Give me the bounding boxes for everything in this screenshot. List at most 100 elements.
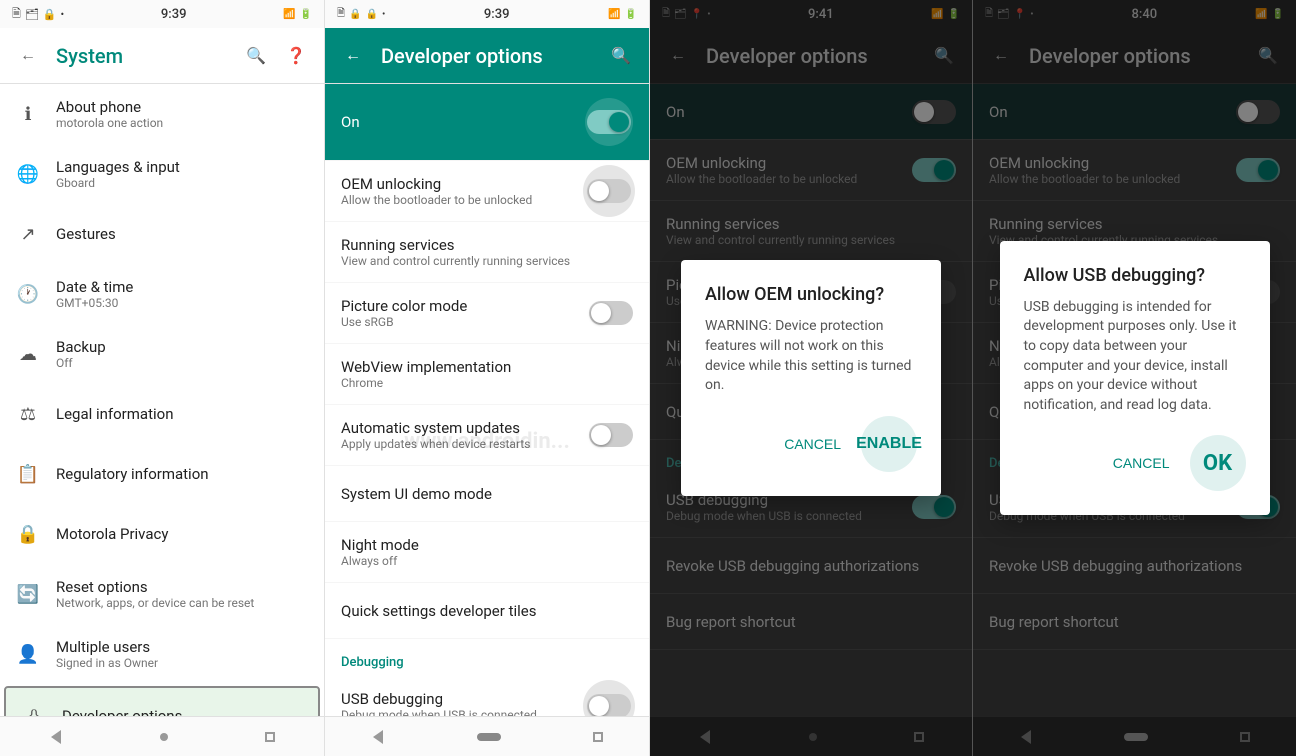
picture-color-toggle[interactable]: [589, 301, 633, 325]
notif-icons-mid: 🗎🔒🔒•: [337, 6, 385, 23]
sidebar-label-about: About phone: [56, 98, 163, 116]
developer-options-panel-usb: 🗎🗂📍• 8:40 📶🔋 ← Developer options 🔍 On OE…: [973, 0, 1296, 756]
back-button-mid[interactable]: ←: [341, 44, 365, 68]
sidebar-item-backup[interactable]: ☁ Backup Off: [0, 324, 324, 384]
sidebar-label-backup: Backup: [56, 338, 106, 356]
sidebar-sub-users: Signed in as Owner: [56, 656, 158, 670]
oem-dialog-title: Allow OEM unlocking?: [705, 284, 917, 305]
night-mode-item[interactable]: Night mode Always off: [325, 522, 649, 583]
night-mode-sub: Always off: [341, 554, 633, 568]
back-button-left[interactable]: ←: [16, 44, 40, 68]
sidebar-item-regulatory[interactable]: 📋 Regulatory information: [0, 444, 324, 504]
home-nav[interactable]: [160, 733, 168, 741]
sidebar-label-datetime: Date & time: [56, 278, 133, 296]
home-nav-mid[interactable]: [477, 733, 501, 741]
webview-sub: Chrome: [341, 376, 633, 390]
debugging-header: Debugging: [325, 639, 649, 676]
developer-options-panel: 🗎🔒🔒• 9:39 📶🔋 ← Developer options 🔍 On: [325, 0, 650, 756]
oem-enable-circle: Enable: [861, 416, 917, 472]
oem-thumb: [589, 181, 609, 201]
sidebar-item-datetime[interactable]: 🕐 Date & time GMT+05:30: [0, 264, 324, 324]
legal-icon: ⚖: [16, 402, 40, 426]
au-thumb: [591, 425, 611, 445]
auto-updates-toggle[interactable]: [589, 423, 633, 447]
sidebar-item-language[interactable]: 🌐 Languages & input Gboard: [0, 144, 324, 204]
running-services-item[interactable]: Running services View and control curren…: [325, 222, 649, 283]
oem-enable-button[interactable]: Enable: [844, 427, 934, 461]
sidebar-item-legal[interactable]: ⚖ Legal information: [0, 384, 324, 444]
usb-ok-button[interactable]: OK: [1190, 435, 1246, 491]
sidebar-item-gestures[interactable]: ↗ Gestures: [0, 204, 324, 264]
oem-unlocking-item[interactable]: OEM unlocking Allow the bootloader to be…: [325, 161, 649, 222]
developer-options-panel-oem: 🗎🗂📍• 9:41 📶🔋 ← Developer options 🔍 On OE…: [650, 0, 973, 756]
auto-updates-item[interactable]: Automatic system updates Apply updates w…: [325, 405, 649, 466]
picture-color-title: Picture color mode: [341, 297, 589, 315]
clock-icon: 🕐: [16, 282, 40, 306]
oem-dialog-overlay: Allow OEM unlocking? WARNING: Device pro…: [650, 0, 972, 756]
oem-cancel-button[interactable]: Cancel: [772, 416, 853, 472]
system-icons-left: 📶 🔋: [283, 9, 312, 20]
nav-bar-mid: [325, 716, 649, 756]
night-mode-title: Night mode: [341, 536, 633, 554]
usb-dialog-overlay: Allow USB debugging? USB debugging is in…: [973, 0, 1296, 756]
oem-toggle[interactable]: [587, 179, 631, 203]
sidebar-item-reset[interactable]: 🔄 Reset options Network, apps, or device…: [0, 564, 324, 624]
on-toggle[interactable]: [587, 110, 631, 134]
app-bar-left: ← System 🔍 ❓: [0, 28, 324, 84]
sidebar-label-regulatory: Regulatory information: [56, 465, 209, 483]
sidebar-sub-language: Gboard: [56, 176, 180, 190]
help-button-left[interactable]: ❓: [284, 44, 308, 68]
users-icon: 👤: [16, 642, 40, 666]
status-bar-mid: 🗎🔒🔒• 9:39 📶🔋: [325, 0, 649, 28]
sidebar-item-privacy[interactable]: 🔒 Motorola Privacy: [0, 504, 324, 564]
usb-dialog-title: Allow USB debugging?: [1024, 265, 1246, 286]
usb-debug-item[interactable]: USB debugging Debug mode when USB is con…: [325, 676, 649, 716]
usb-dialog: Allow USB debugging? USB debugging is in…: [1000, 241, 1270, 516]
app-bar-mid: ← Developer options 🔍: [325, 28, 649, 84]
info-icon: ℹ: [16, 102, 40, 126]
oem-dialog: Allow OEM unlocking? WARNING: Device pro…: [681, 260, 941, 495]
sidebar-item-users[interactable]: 👤 Multiple users Signed in as Owner: [0, 624, 324, 684]
au-track: [589, 423, 633, 447]
notification-icons: 🗎 🗂 🔒 •: [12, 5, 64, 24]
usb-cancel-button[interactable]: Cancel: [1101, 447, 1182, 479]
quick-settings-item[interactable]: Quick settings developer tiles: [325, 583, 649, 639]
language-icon: 🌐: [16, 162, 40, 186]
recents-nav[interactable]: [265, 732, 275, 742]
sidebar-sub-backup: Off: [56, 356, 106, 370]
back-nav[interactable]: [51, 730, 61, 744]
oem-track: [587, 179, 631, 203]
sidebar-item-developer[interactable]: {} Developer options: [4, 686, 320, 716]
webview-item[interactable]: WebView implementation Chrome: [325, 344, 649, 405]
recents-nav-mid[interactable]: [593, 732, 603, 742]
picture-color-sub: Use sRGB: [341, 315, 589, 329]
system-title: System: [56, 44, 228, 68]
privacy-icon: 🔒: [16, 522, 40, 546]
status-bar-left: 🗎 🗂 🔒 • 9:39 📶 🔋: [0, 0, 324, 28]
usb-toggle[interactable]: [587, 694, 631, 716]
on-toggle-row[interactable]: On: [325, 84, 649, 161]
on-toggle-track: [587, 110, 631, 134]
sidebar-list: ℹ About phone motorola one action 🌐 Lang…: [0, 84, 324, 716]
time-left: 9:39: [161, 7, 187, 22]
usb-dialog-buttons: Cancel OK: [1024, 435, 1246, 491]
sidebar-label-developer: Developer options: [62, 707, 182, 716]
on-label: On: [341, 113, 585, 131]
oem-toggle-circle: [583, 165, 635, 217]
usb-toggle-circle: [583, 680, 635, 716]
sidebar-label-reset: Reset options: [56, 578, 254, 596]
sidebar-item-about[interactable]: ℹ About phone motorola one action: [0, 84, 324, 144]
time-mid: 9:39: [484, 7, 510, 22]
running-services-title: Running services: [341, 236, 633, 254]
reset-icon: 🔄: [16, 582, 40, 606]
usb-dialog-body: USB debugging is intended for developmen…: [1024, 298, 1246, 416]
search-button-mid[interactable]: 🔍: [609, 44, 633, 68]
back-nav-mid[interactable]: [373, 730, 383, 744]
sidebar-sub-datetime: GMT+05:30: [56, 296, 133, 310]
search-button-left[interactable]: 🔍: [244, 44, 268, 68]
picture-color-item[interactable]: Picture color mode Use sRGB: [325, 283, 649, 344]
sidebar-label-users: Multiple users: [56, 638, 158, 656]
system-ui-item[interactable]: System UI demo mode: [325, 466, 649, 522]
oem-dialog-body: WARNING: Device protection features will…: [705, 317, 917, 395]
dev-options-title: Developer options: [381, 44, 593, 68]
